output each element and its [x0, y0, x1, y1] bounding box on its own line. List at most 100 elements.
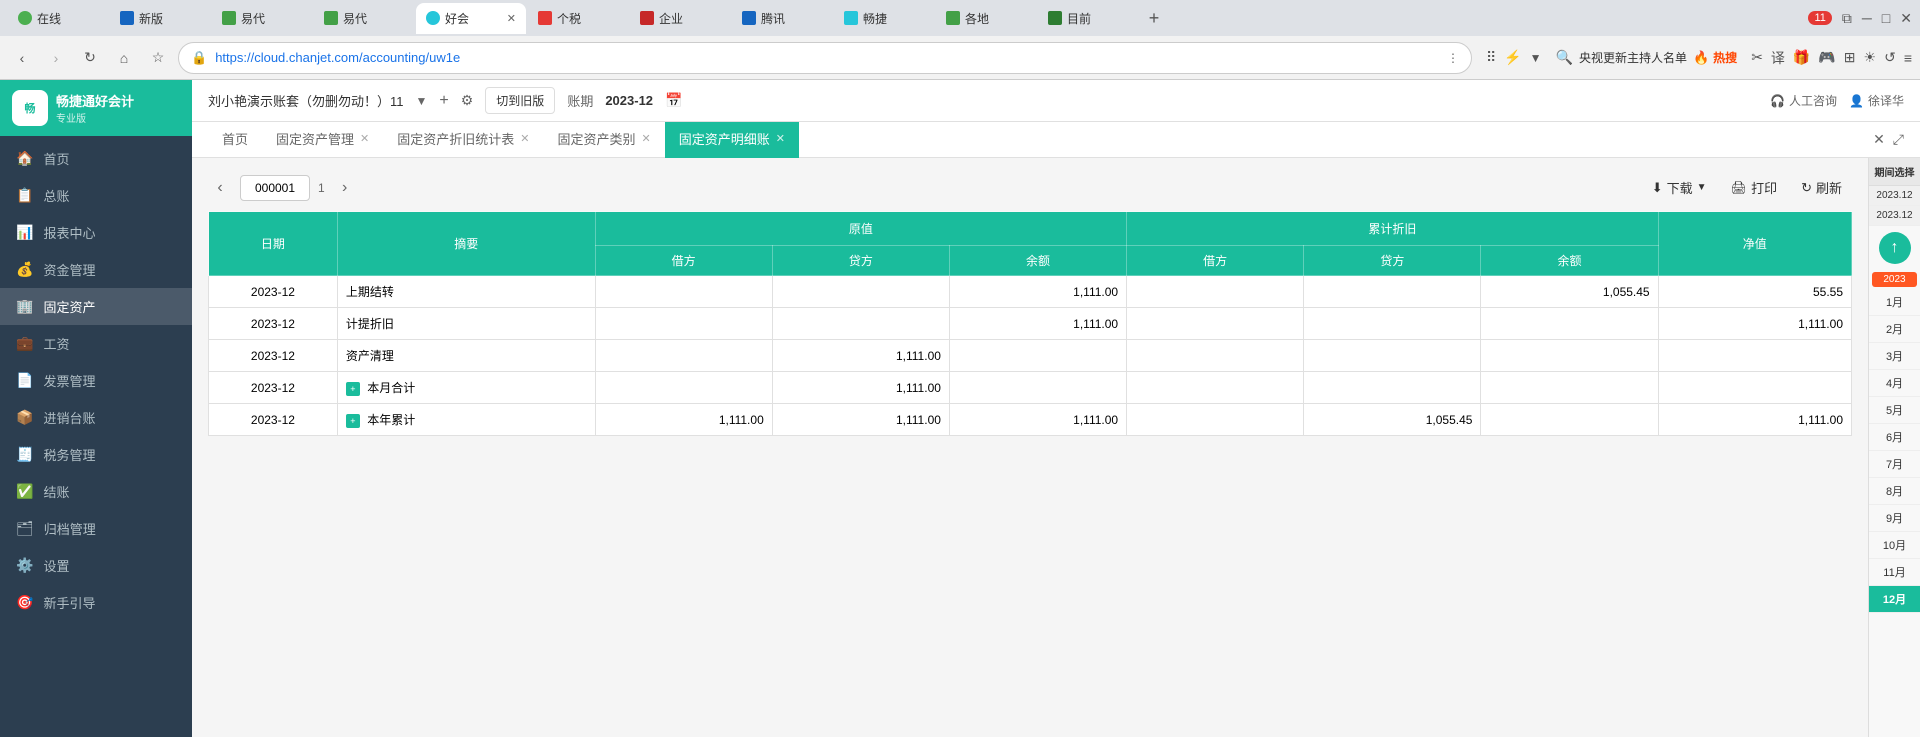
tab-close-fixed-assets-mgmt[interactable]: ✕	[360, 132, 369, 145]
sidebar-item-funds[interactable]: 💰 资金管理	[0, 251, 192, 288]
sidebar-item-archive[interactable]: 🗂 归档管理	[0, 510, 192, 547]
address-bar[interactable]: 🔒 https://cloud.chanjet.com/accounting/u…	[178, 42, 1472, 74]
tab-asset-category[interactable]: 固定资产类别 ✕	[543, 122, 664, 158]
tab-home[interactable]: 首页	[208, 122, 262, 158]
browser-tab-qiye[interactable]: 企业	[630, 3, 730, 33]
ledger-content: ‹ 1 › ⬇ 下载 ▼ 🖨 打印	[192, 158, 1868, 737]
sidebar-item-tax[interactable]: 🧾 税务管理	[0, 436, 192, 473]
sidebar-item-reports[interactable]: 📊 报表中心	[0, 214, 192, 251]
sidebar-item-purchase-sales[interactable]: 📦 进销台账	[0, 399, 192, 436]
page-collapse-icon[interactable]: ✕	[1873, 131, 1885, 148]
browser-tab-yidai1[interactable]: 易代	[212, 3, 312, 33]
period-month-8[interactable]: 8月	[1869, 478, 1920, 505]
maximize-icon[interactable]: □	[1882, 10, 1890, 26]
close-accounts-nav-icon: ✅	[16, 483, 33, 500]
dropdown-icon[interactable]: ▼	[1530, 51, 1542, 65]
download-button[interactable]: ⬇ 下载 ▼	[1642, 174, 1717, 201]
sidebar-item-fixed-assets[interactable]: 🏢 固定资产	[0, 288, 192, 325]
scroll-up-button[interactable]: ↑	[1879, 232, 1911, 264]
tab-fixed-assets-mgmt[interactable]: 固定资产管理 ✕	[262, 122, 383, 158]
tab-label-tengxun: 腾讯	[761, 10, 785, 27]
sidebar-item-close-accounts[interactable]: ✅ 结账	[0, 473, 192, 510]
prev-page-button[interactable]: ‹	[208, 176, 232, 200]
dropdown-arrow-icon[interactable]: ▼	[416, 94, 428, 108]
app-layout: 畅 畅捷通好会计 专业版 🏠 首页 📋 总账 📊 报表中心 💰 资金管	[0, 80, 1920, 737]
period-month-6[interactable]: 6月	[1869, 424, 1920, 451]
user-button[interactable]: 👤 徐译华	[1849, 92, 1904, 109]
minimize-icon[interactable]: ─	[1862, 10, 1872, 26]
grid-icon[interactable]: ⠿	[1486, 49, 1496, 66]
reload-button[interactable]: ↻	[76, 44, 104, 72]
browser-tab-tengxun[interactable]: 腾讯	[732, 3, 832, 33]
period-month-12[interactable]: 12月	[1869, 586, 1920, 613]
sidebar-label-home: 首页	[43, 149, 69, 168]
menu-icon[interactable]: ≡	[1904, 50, 1912, 66]
sidebar-item-invoice[interactable]: 📄 发票管理	[0, 362, 192, 399]
tab-close-asset-category[interactable]: ✕	[642, 132, 651, 145]
layout-icon[interactable]: ⊞	[1844, 49, 1856, 66]
th-original-value: 原值	[595, 212, 1127, 246]
search-icon[interactable]: 🔍	[1556, 49, 1573, 66]
sidebar-item-guide[interactable]: 🎯 新手引导	[0, 584, 192, 621]
bookmark-button[interactable]: ☆	[144, 44, 172, 72]
settings-account-icon[interactable]: ⚙	[461, 92, 474, 109]
browser-tab-new[interactable]: 新版	[110, 3, 210, 33]
service-button[interactable]: 🎧 人工咨询	[1770, 92, 1837, 109]
settings-nav-icon: ⚙️	[16, 557, 33, 574]
period-month-7[interactable]: 7月	[1869, 451, 1920, 478]
browser-tab-haohui[interactable]: 好会 ✕	[416, 3, 526, 33]
sidebar-label-purchase-sales: 进销台账	[43, 408, 95, 427]
refresh-button[interactable]: ↻ 刷新	[1791, 174, 1852, 201]
period-month-10[interactable]: 10月	[1869, 532, 1920, 559]
tab-close-asset-detail[interactable]: ✕	[776, 132, 785, 145]
tab-favicon-yidai2	[324, 11, 338, 25]
home-button[interactable]: ⌂	[110, 44, 138, 72]
browser-tab-changjie[interactable]: 畅捷	[834, 3, 934, 33]
tab-depreciation-stats[interactable]: 固定资产折旧统计表 ✕	[383, 122, 543, 158]
archive-nav-icon: 🗂	[16, 520, 34, 537]
next-page-button[interactable]: ›	[333, 176, 357, 200]
translate-icon[interactable]: 译	[1771, 48, 1785, 68]
scissors-icon[interactable]: ✂	[1751, 49, 1763, 66]
browser-tab-yidai2[interactable]: 易代	[314, 3, 414, 33]
tab-close-haohui[interactable]: ✕	[507, 12, 516, 25]
period-month-5[interactable]: 5月	[1869, 397, 1920, 424]
period-month-9[interactable]: 9月	[1869, 505, 1920, 532]
period-month-2[interactable]: 2月	[1869, 316, 1920, 343]
period-month-3[interactable]: 3月	[1869, 343, 1920, 370]
add-account-icon[interactable]: +	[439, 92, 448, 110]
page-expand-icon[interactable]: ⤢	[1893, 131, 1904, 148]
tab-close-depreciation-stats[interactable]: ✕	[520, 132, 529, 145]
forward-button[interactable]: ›	[42, 44, 70, 72]
restore-window-icon[interactable]: ⧉	[1842, 10, 1852, 27]
tab-label-geshui: 个税	[557, 10, 581, 27]
sidebar-item-settings[interactable]: ⚙️ 设置	[0, 547, 192, 584]
period-month-4[interactable]: 4月	[1869, 370, 1920, 397]
history-icon[interactable]: ↺	[1884, 49, 1896, 66]
site-info-icon[interactable]: ⋮	[1447, 51, 1459, 65]
flash-icon[interactable]: ⚡	[1504, 49, 1521, 66]
browser-tab-muqian[interactable]: 目前	[1038, 3, 1138, 33]
period-month-11[interactable]: 11月	[1869, 559, 1920, 586]
new-tab-button[interactable]: +	[1140, 4, 1168, 32]
page-number-input[interactable]	[240, 175, 310, 201]
back-button[interactable]: ‹	[8, 44, 36, 72]
close-window-icon[interactable]: ✕	[1900, 10, 1912, 27]
print-button[interactable]: 🖨 打印	[1721, 174, 1788, 201]
settings-icon[interactable]: ☀	[1864, 49, 1877, 66]
sidebar-item-ledger[interactable]: 📋 总账	[0, 177, 192, 214]
wallet-icon[interactable]: 🎁	[1793, 49, 1810, 66]
game-icon[interactable]: 🎮	[1818, 49, 1835, 66]
period-year-display2: 2023.12	[1869, 206, 1920, 226]
browser-tab-online[interactable]: 在线	[8, 3, 108, 33]
calendar-icon[interactable]: 📅	[665, 92, 682, 109]
sidebar-item-salary[interactable]: 💼 工资	[0, 325, 192, 362]
browser-tab-gedi[interactable]: 各地	[936, 3, 1036, 33]
tab-favicon-online	[18, 11, 32, 25]
sidebar-label-archive: 归档管理	[44, 519, 96, 538]
sidebar-item-home[interactable]: 🏠 首页	[0, 140, 192, 177]
tab-asset-detail[interactable]: 固定资产明细账 ✕	[665, 122, 799, 158]
switch-version-button[interactable]: 切到旧版	[485, 87, 555, 114]
period-month-1[interactable]: 1月	[1869, 289, 1920, 316]
browser-tab-geshui[interactable]: 个税	[528, 3, 628, 33]
